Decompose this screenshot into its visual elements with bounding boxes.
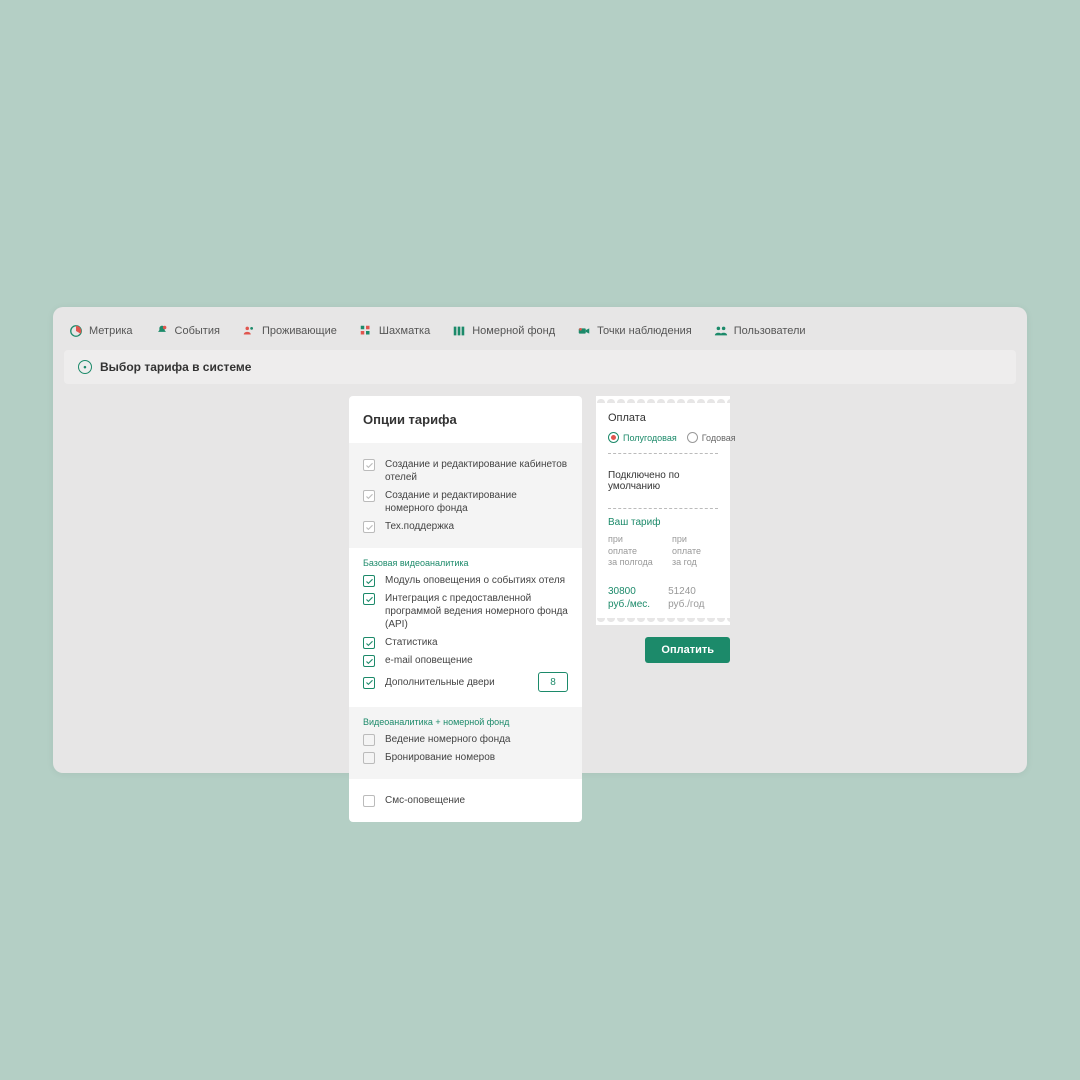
checkbox-icon[interactable] (363, 655, 375, 667)
users-icon (714, 324, 728, 338)
default-options-section: Создание и редактирование кабинетов отел… (349, 443, 582, 548)
options-panel-title: Опции тарифа (349, 396, 582, 443)
top-nav: Метрика События Проживающие Шахматка Ном… (53, 307, 1027, 350)
radio-half-year[interactable]: Полугодовая (608, 432, 677, 443)
nav-surveillance[interactable]: Точки наблюдения (577, 324, 692, 338)
nav-label: Метрика (89, 325, 133, 337)
your-tariff-label: Ваш тариф (608, 517, 718, 528)
option-label: Статистика (385, 636, 568, 649)
camera-icon (577, 324, 591, 338)
price-header-half: при оплатеза полгода (608, 534, 654, 569)
content-area: Опции тарифа Создание и редактирование к… (53, 384, 1027, 822)
option-label: Создание и редактирование кабинетов отел… (385, 458, 568, 484)
nav-label: Шахматка (379, 325, 430, 337)
option-label: Смс-оповещение (385, 794, 568, 807)
bell-icon (155, 324, 169, 338)
radio-dot-icon (608, 432, 619, 443)
nav-metrics[interactable]: Метрика (69, 324, 133, 338)
extra-doors-input[interactable] (538, 672, 568, 692)
price-row: 30800руб./мес. 51240руб./год (608, 585, 718, 611)
option-label: Бронирование номеров (385, 751, 568, 764)
nav-events[interactable]: События (155, 324, 220, 338)
nav-residents[interactable]: Проживающие (242, 324, 337, 338)
checkbox-icon[interactable] (363, 734, 375, 746)
app-window: Метрика События Проживающие Шахматка Ном… (53, 307, 1027, 773)
option-row[interactable]: Ведение номерного фонда (363, 733, 568, 746)
checkbox-icon[interactable] (363, 637, 375, 649)
tariff-options-panel: Опции тарифа Создание и редактирование к… (349, 396, 582, 822)
checkbox-icon[interactable] (363, 575, 375, 587)
option-row: Создание и редактирование кабинетов отел… (363, 458, 568, 484)
option-label: Модуль оповещения о событиях отеля (385, 574, 568, 587)
radio-label: Годовая (702, 433, 736, 443)
option-label: Тех.поддержка (385, 520, 568, 533)
checkbox-icon[interactable] (363, 795, 375, 807)
option-row: Тех.поддержка (363, 520, 568, 533)
checkbox-icon[interactable] (363, 752, 375, 764)
info-icon: • (78, 360, 92, 374)
default-connected-text: Подключено по умолчанию (608, 470, 718, 492)
section-title: Базовая видеоаналитика (363, 558, 568, 568)
receipt-column: Оплата Полугодовая Годовая Подключено по… (596, 396, 730, 822)
nav-chess[interactable]: Шахматка (359, 324, 430, 338)
divider (608, 508, 718, 509)
option-row[interactable]: Модуль оповещения о событиях отеля (363, 574, 568, 587)
price-year: 51240руб./год (668, 585, 704, 611)
bars-icon (452, 324, 466, 338)
radio-label: Полугодовая (623, 433, 677, 443)
payment-receipt: Оплата Полугодовая Годовая Подключено по… (596, 396, 730, 625)
option-label: e-mail оповещение (385, 654, 568, 667)
option-row[interactable]: e-mail оповещение (363, 654, 568, 667)
people-icon (242, 324, 256, 338)
full-analytics-section: Видеоаналитика + номерной фонд Ведение н… (349, 707, 582, 779)
radio-dot-icon (687, 432, 698, 443)
pay-button[interactable]: Оплатить (645, 637, 730, 663)
option-row[interactable]: Интеграция с предоставленной программой … (363, 592, 568, 631)
period-radio-group: Полугодовая Годовая (608, 432, 718, 443)
extra-doors-row[interactable]: Дополнительные двери (363, 672, 568, 692)
price-header-year: при оплатеза год (672, 534, 718, 569)
checkbox-locked-icon (363, 459, 375, 471)
receipt-title: Оплата (608, 412, 718, 424)
option-row[interactable]: Бронирование номеров (363, 751, 568, 764)
pie-chart-icon (69, 324, 83, 338)
checkbox-locked-icon (363, 521, 375, 533)
price-headers: при оплатеза полгода при оплатеза год (608, 534, 718, 569)
nav-rooms[interactable]: Номерной фонд (452, 324, 555, 338)
nav-label: Точки наблюдения (597, 325, 692, 337)
nav-label: Пользователи (734, 325, 806, 337)
option-label: Создание и редактирование номерного фонд… (385, 489, 568, 515)
divider (608, 453, 718, 454)
option-label: Интеграция с предоставленной программой … (385, 592, 568, 631)
option-label: Ведение номерного фонда (385, 733, 568, 746)
option-row[interactable]: Смс-оповещение (363, 794, 568, 807)
sms-section: Смс-оповещение (349, 779, 582, 822)
checkbox-icon[interactable] (363, 593, 375, 605)
radio-year[interactable]: Годовая (687, 432, 736, 443)
checkbox-icon[interactable] (363, 677, 375, 689)
nav-label: События (175, 325, 220, 337)
option-label: Дополнительные двери (385, 676, 528, 689)
grid-icon (359, 324, 373, 338)
section-title: Видеоаналитика + номерной фонд (363, 717, 568, 727)
page-title-bar: • Выбор тарифа в системе (64, 350, 1016, 384)
nav-label: Проживающие (262, 325, 337, 337)
price-half-year: 30800руб./мес. (608, 585, 650, 611)
page-title: Выбор тарифа в системе (100, 360, 251, 374)
option-row: Создание и редактирование номерного фонд… (363, 489, 568, 515)
option-row[interactable]: Статистика (363, 636, 568, 649)
checkbox-locked-icon (363, 490, 375, 502)
basic-analytics-section: Базовая видеоаналитика Модуль оповещения… (349, 548, 582, 707)
nav-users[interactable]: Пользователи (714, 324, 806, 338)
nav-label: Номерной фонд (472, 325, 555, 337)
